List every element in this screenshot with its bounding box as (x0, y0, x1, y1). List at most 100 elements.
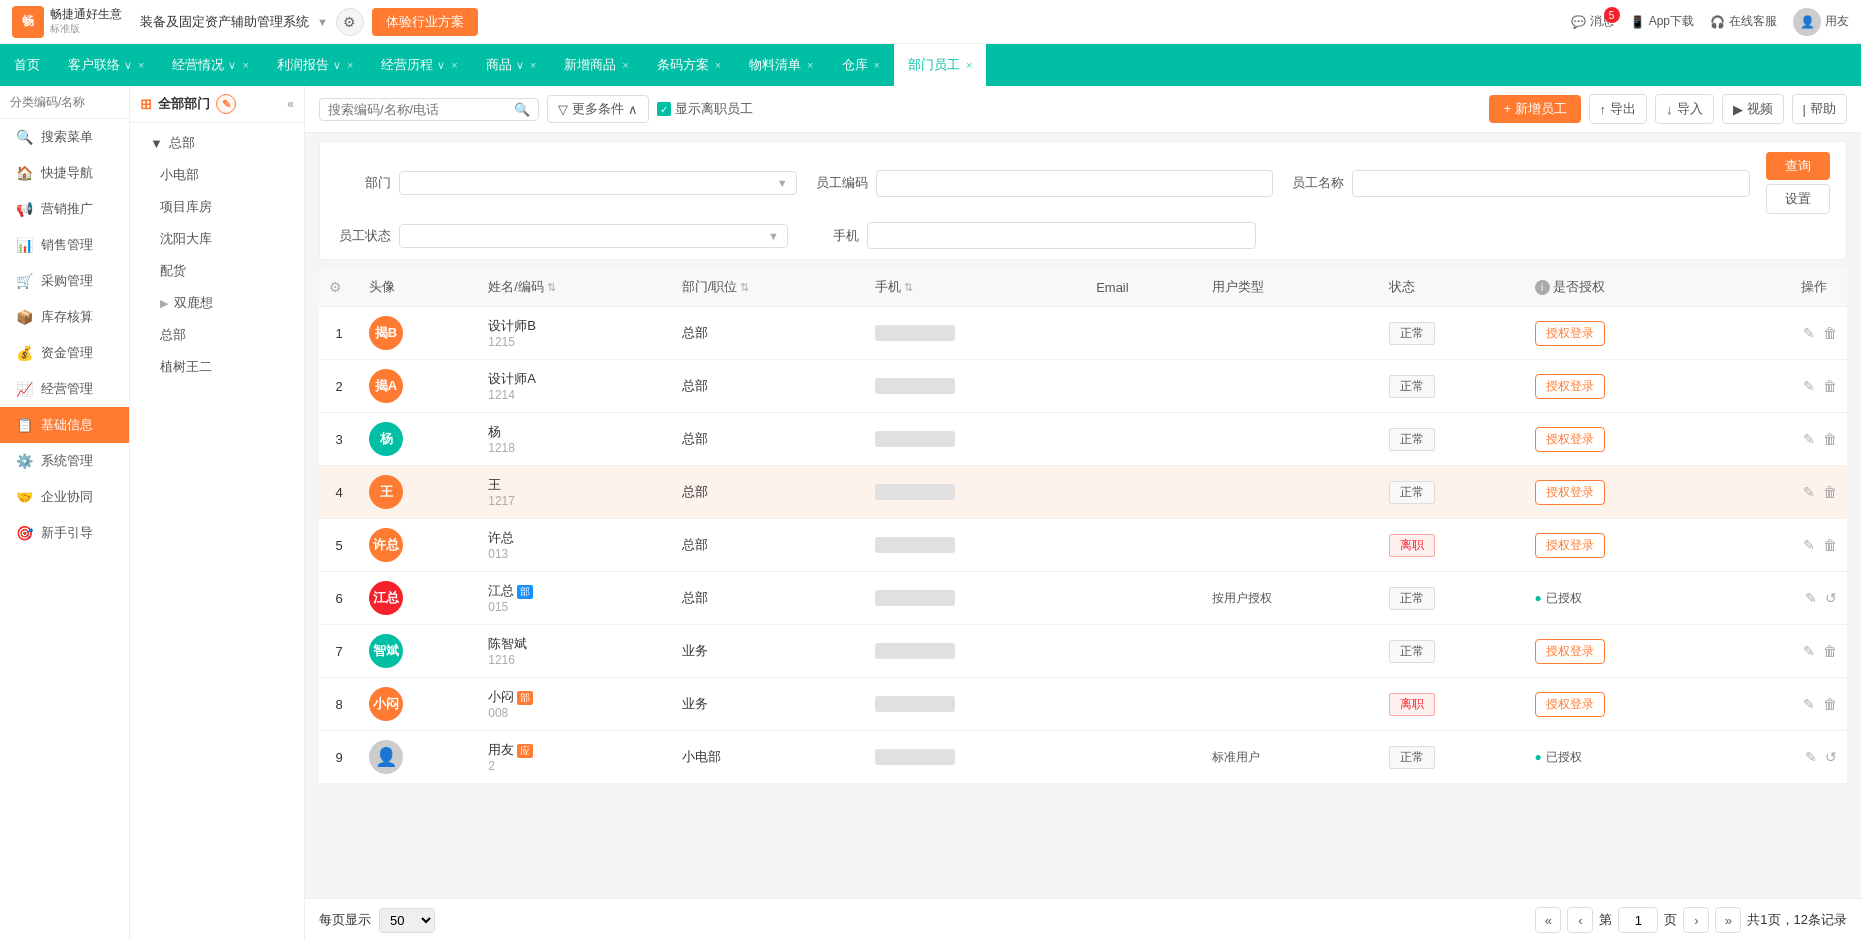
dept-edit-button[interactable]: ✎ (216, 94, 236, 114)
nav-item-operation[interactable]: 经营情况∨× (158, 44, 262, 86)
message-button[interactable]: 💬 消息 5 (1571, 13, 1614, 30)
export-button[interactable]: ↑ 导出 (1589, 94, 1648, 124)
edit-icon[interactable]: ✎ (1805, 590, 1817, 606)
sidebar-item-system[interactable]: ⚙️ 系统管理 (0, 443, 129, 479)
filter-phone-input[interactable] (867, 222, 1256, 249)
nav-goods-close[interactable]: × (530, 59, 536, 71)
nav-item-barcode[interactable]: 条码方案× (643, 44, 735, 86)
add-employee-button[interactable]: + 新增员工 (1489, 95, 1580, 123)
last-page-button[interactable]: » (1715, 907, 1741, 933)
sidebar-search-input[interactable] (10, 95, 130, 109)
sidebar-item-sales[interactable]: 📊 销售管理 (0, 227, 129, 263)
filter-status-select[interactable]: ▼ (399, 224, 788, 248)
nav-add-goods-close[interactable]: × (622, 59, 628, 71)
view-button[interactable]: ▶ 视频 (1722, 94, 1784, 124)
edit-icon[interactable]: ✎ (1803, 537, 1815, 553)
col-name[interactable]: 姓名/编码⇅ (478, 268, 672, 307)
sidebar-item-inventory[interactable]: 📦 库存核算 (0, 299, 129, 335)
nav-item-home[interactable]: 首页 (0, 44, 54, 86)
nav-employee-close[interactable]: × (966, 59, 972, 71)
tree-node-planting[interactable]: 植树王二 (130, 351, 304, 383)
nav-barcode-close[interactable]: × (715, 59, 721, 71)
sidebar-item-purchase[interactable]: 🛒 采购管理 (0, 263, 129, 299)
tree-node-project[interactable]: 项目库房 (130, 191, 304, 223)
tree-node-shuanglu[interactable]: ▶ 双鹿想 (130, 287, 304, 319)
delete-icon[interactable]: ↺ (1825, 749, 1837, 765)
nav-item-warehouse[interactable]: 仓库× (828, 44, 894, 86)
delete-icon[interactable]: 🗑 (1823, 431, 1837, 447)
set-button[interactable]: 设置 (1766, 184, 1830, 214)
filter-dept-select[interactable]: ▼ (399, 171, 797, 195)
col-dept[interactable]: 部门/职位⇅ (672, 268, 866, 307)
nav-item-profit[interactable]: 利润报告∨× (263, 44, 367, 86)
name-sort-icon[interactable]: ⇅ (547, 281, 556, 293)
trial-button[interactable]: 体验行业方案 (372, 8, 478, 36)
delete-icon[interactable]: 🗑 (1823, 484, 1837, 500)
tree-node-shenyang[interactable]: 沈阳大库 (130, 223, 304, 255)
delete-icon[interactable]: 🗑 (1823, 325, 1837, 341)
auth-button[interactable]: 授权登录 (1535, 321, 1605, 346)
sidebar-item-guide[interactable]: 🎯 新手引导 (0, 515, 129, 551)
gear-button[interactable]: ⚙ (336, 8, 364, 36)
filter-code-input[interactable] (876, 170, 1274, 197)
edit-icon[interactable]: ✎ (1803, 696, 1815, 712)
edit-icon[interactable]: ✎ (1803, 484, 1815, 500)
system-dropdown-icon[interactable]: ▼ (317, 16, 328, 28)
col-settings[interactable]: ⚙ (319, 268, 359, 307)
edit-icon[interactable]: ✎ (1803, 643, 1815, 659)
auth-button[interactable]: 授权登录 (1535, 374, 1605, 399)
delete-icon[interactable]: 🗑 (1823, 696, 1837, 712)
show-resigned-checkbox[interactable]: ✓ (657, 102, 671, 116)
sidebar-item-search[interactable]: 🔍 搜索菜单 (0, 119, 129, 155)
edit-icon[interactable]: ✎ (1805, 749, 1817, 765)
search-input[interactable] (328, 102, 508, 117)
dept-sort-icon[interactable]: ⇅ (740, 281, 749, 293)
phone-sort-icon[interactable]: ⇅ (904, 281, 913, 293)
edit-icon[interactable]: ✎ (1803, 431, 1815, 447)
query-button[interactable]: 查询 (1766, 152, 1830, 180)
sidebar-item-collab[interactable]: 🤝 企业协同 (0, 479, 129, 515)
tree-node-small-elec[interactable]: 小电部 (130, 159, 304, 191)
nav-item-customer[interactable]: 客户联络∨× (54, 44, 158, 86)
filter-name-input[interactable] (1352, 170, 1750, 197)
nav-item-bom[interactable]: 物料清单× (735, 44, 827, 86)
edit-icon[interactable]: ✎ (1803, 325, 1815, 341)
auth-button[interactable]: 授权登录 (1535, 692, 1605, 717)
col-phone[interactable]: 手机⇅ (865, 268, 1086, 307)
next-page-button[interactable]: › (1683, 907, 1709, 933)
import-button[interactable]: ↓ 导入 (1655, 94, 1714, 124)
user-area[interactable]: 👤 用友 (1793, 8, 1849, 36)
nav-item-goods[interactable]: 商品∨× (472, 44, 550, 86)
tree-node-distribution[interactable]: 配货 (130, 255, 304, 287)
delete-icon[interactable]: ↺ (1825, 590, 1837, 606)
auth-button[interactable]: 授权登录 (1535, 639, 1605, 664)
auth-button[interactable]: 授权登录 (1535, 533, 1605, 558)
nav-customer-close[interactable]: × (138, 59, 144, 71)
auth-button[interactable]: 授权登录 (1535, 427, 1605, 452)
dept-collapse-button[interactable]: « (287, 97, 294, 111)
more-conditions-button[interactable]: ▽ 更多条件 ∧ (547, 95, 649, 123)
sidebar-item-basic[interactable]: 📋 基础信息 (0, 407, 129, 443)
page-number-input[interactable] (1618, 907, 1658, 933)
sidebar-item-marketing[interactable]: 📢 营销推广 (0, 191, 129, 227)
app-download-button[interactable]: 📱 App下载 (1630, 13, 1694, 30)
sidebar-item-mgmt[interactable]: 📈 经营管理 (0, 371, 129, 407)
nav-history-close[interactable]: × (451, 59, 457, 71)
nav-operation-close[interactable]: × (242, 59, 248, 71)
col-settings-icon[interactable]: ⚙ (329, 279, 342, 295)
nav-item-add-goods[interactable]: 新增商品× (550, 44, 642, 86)
nav-warehouse-close[interactable]: × (874, 59, 880, 71)
sidebar-item-finance[interactable]: 💰 资金管理 (0, 335, 129, 371)
first-page-button[interactable]: « (1535, 907, 1561, 933)
nav-item-history[interactable]: 经营历程∨× (367, 44, 471, 86)
nav-profit-close[interactable]: × (347, 59, 353, 71)
nav-item-employee[interactable]: 部门员工× (894, 44, 986, 86)
nav-bom-close[interactable]: × (807, 59, 813, 71)
prev-page-button[interactable]: ‹ (1567, 907, 1593, 933)
page-size-select[interactable]: 50 10 20 100 (379, 908, 435, 933)
delete-icon[interactable]: 🗑 (1823, 643, 1837, 659)
show-resigned-toggle[interactable]: ✓ 显示离职员工 (657, 100, 753, 118)
sidebar-item-nav[interactable]: 🏠 快捷导航 (0, 155, 129, 191)
online-service-button[interactable]: 🎧 在线客服 (1710, 13, 1777, 30)
delete-icon[interactable]: 🗑 (1823, 378, 1837, 394)
